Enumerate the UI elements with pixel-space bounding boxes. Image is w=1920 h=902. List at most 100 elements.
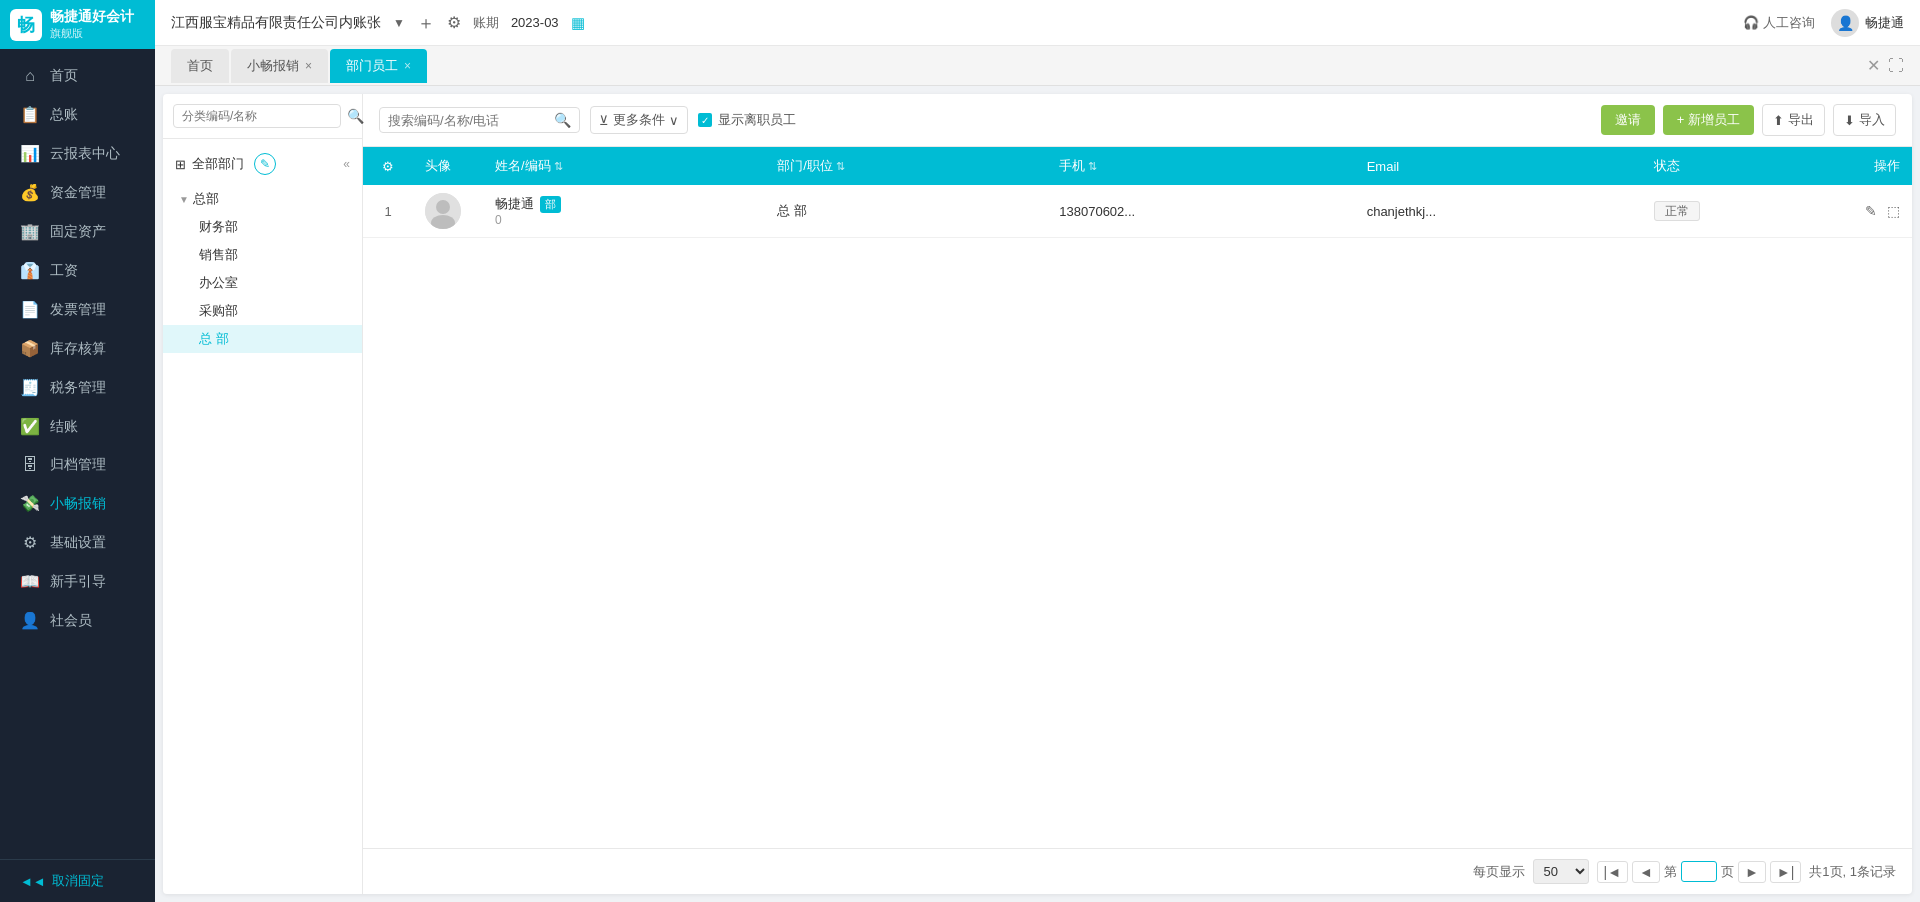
row-avatar-1 bbox=[413, 185, 483, 238]
app-logo-icon: 畅 bbox=[10, 9, 42, 41]
grid-icon: ⊞ bbox=[175, 157, 186, 172]
sidebar-item-salary[interactable]: 👔 工资 bbox=[0, 251, 155, 290]
sidebar-item-tax-label: 税务管理 bbox=[50, 379, 106, 397]
tab-expense[interactable]: 小畅报销 × bbox=[231, 49, 328, 83]
next-page-button[interactable]: ► bbox=[1738, 861, 1766, 883]
sidebar-item-report-label: 云报表中心 bbox=[50, 145, 120, 163]
sidebar-item-archive[interactable]: 🗄 归档管理 bbox=[0, 446, 155, 484]
pagination: 每页显示 50 100 200 |◄ ◄ 第 1 页 ► ►| 共1页, 1条记… bbox=[363, 848, 1912, 894]
sidebar-item-invoice[interactable]: 📄 发票管理 bbox=[0, 290, 155, 329]
col-settings[interactable]: ⚙ bbox=[363, 147, 413, 185]
sidebar-item-tax[interactable]: 🧾 税务管理 bbox=[0, 368, 155, 407]
dept-child-office[interactable]: 办公室 bbox=[163, 269, 362, 297]
company-dropdown-icon[interactable]: ▼ bbox=[393, 16, 405, 30]
search-icon[interactable]: 🔍 bbox=[554, 112, 571, 128]
sidebar-item-closing[interactable]: ✅ 结账 bbox=[0, 407, 155, 446]
employee-panel: 🔍 ⊻ 更多条件 ∨ ✓ 显示离职员工 邀请 + 新增员工 ⬆ 导出 bbox=[363, 94, 1912, 894]
last-page-button[interactable]: ►| bbox=[1770, 861, 1802, 883]
user-menu[interactable]: 👤 畅捷通 bbox=[1831, 9, 1904, 37]
toolbar-actions: 邀请 + 新增员工 ⬆ 导出 ⬇ 导入 bbox=[1601, 104, 1896, 136]
tab-expense-label: 小畅报销 bbox=[247, 57, 299, 75]
prev-page-button[interactable]: ◄ bbox=[1632, 861, 1660, 883]
filter-icon: ⊻ bbox=[599, 113, 609, 128]
expand-arrow-icon: ▼ bbox=[179, 194, 189, 205]
cancel-fixed-button[interactable]: ◄◄ 取消固定 bbox=[0, 859, 155, 902]
closing-icon: ✅ bbox=[20, 417, 40, 436]
dept-search-input[interactable] bbox=[173, 104, 341, 128]
dept-edit-icon[interactable]: ✎ bbox=[254, 153, 276, 175]
sidebar-item-fund-label: 资金管理 bbox=[50, 184, 106, 202]
logout-employee-icon[interactable]: ⬚ bbox=[1887, 203, 1900, 219]
sidebar-nav: ⌂ 首页 📋 总账 📊 云报表中心 💰 资金管理 🏢 固定资产 👔 工资 📄 发… bbox=[0, 49, 155, 859]
export-button[interactable]: ⬆ 导出 bbox=[1762, 104, 1825, 136]
sidebar-item-guide[interactable]: 📖 新手引导 bbox=[0, 562, 155, 601]
sidebar-item-fund-mgmt[interactable]: 💰 资金管理 bbox=[0, 173, 155, 212]
tab-expense-close[interactable]: × bbox=[305, 59, 312, 73]
inventory-icon: 📦 bbox=[20, 339, 40, 358]
col-phone[interactable]: 手机 bbox=[1047, 147, 1354, 185]
maximize-icon[interactable]: ⛶ bbox=[1888, 57, 1904, 75]
sidebar-item-settings[interactable]: ⚙ 基础设置 bbox=[0, 523, 155, 562]
sidebar-item-expense[interactable]: 💸 小畅报销 bbox=[0, 484, 155, 523]
per-page-select[interactable]: 50 100 200 bbox=[1533, 859, 1589, 884]
row-action-1: ✎ ⬚ bbox=[1792, 185, 1912, 238]
sidebar-item-home[interactable]: ⌂ 首页 bbox=[0, 57, 155, 95]
company-settings-icon[interactable]: ⚙ bbox=[447, 13, 461, 32]
dept-child-sales[interactable]: 销售部 bbox=[163, 241, 362, 269]
salary-icon: 👔 bbox=[20, 261, 40, 280]
import-button[interactable]: ⬇ 导入 bbox=[1833, 104, 1896, 136]
show-resigned-checkbox[interactable]: ✓ 显示离职员工 bbox=[698, 111, 796, 129]
row-name-1: 畅捷通 部 0 bbox=[483, 185, 765, 238]
sidebar: 畅 畅捷通好会计 旗舰版 ⌂ 首页 📋 总账 📊 云报表中心 💰 资金管理 🏢 … bbox=[0, 0, 155, 902]
dept-collapse-icon[interactable]: « bbox=[343, 157, 350, 171]
sidebar-item-social-label: 社会员 bbox=[50, 612, 92, 630]
add-employee-button[interactable]: + 新增员工 bbox=[1663, 105, 1754, 135]
service-button[interactable]: 🎧 人工咨询 bbox=[1743, 14, 1815, 32]
export-icon: ⬆ bbox=[1773, 113, 1784, 128]
tab-department-close[interactable]: × bbox=[404, 59, 411, 73]
col-action: 操作 bbox=[1792, 147, 1912, 185]
table-row: 1 bbox=[363, 185, 1912, 238]
more-filter-button[interactable]: ⊻ 更多条件 ∨ bbox=[590, 106, 688, 134]
period-label: 账期 bbox=[473, 14, 499, 32]
first-page-button[interactable]: |◄ bbox=[1597, 861, 1629, 883]
close-window-icon[interactable]: ✕ bbox=[1867, 56, 1880, 75]
dept-all-button[interactable]: ⊞ 全部部门 ✎ « bbox=[163, 147, 362, 181]
invoice-icon: 📄 bbox=[20, 300, 40, 319]
home-icon: ⌂ bbox=[20, 67, 40, 85]
add-company-icon[interactable]: ＋ bbox=[417, 11, 435, 35]
dept-child-general[interactable]: 总 部 bbox=[163, 325, 362, 353]
col-email: Email bbox=[1355, 147, 1642, 185]
tab-home[interactable]: 首页 bbox=[171, 49, 229, 83]
sidebar-item-social[interactable]: 👤 社会员 bbox=[0, 601, 155, 640]
sidebar-item-report-center[interactable]: 📊 云报表中心 bbox=[0, 134, 155, 173]
search-box: 🔍 bbox=[379, 107, 580, 133]
assets-icon: 🏢 bbox=[20, 222, 40, 241]
calendar-icon[interactable]: ▦ bbox=[571, 14, 585, 32]
svg-point-1 bbox=[436, 200, 450, 214]
tab-department[interactable]: 部门员工 × bbox=[330, 49, 427, 83]
col-dept[interactable]: 部门/职位 bbox=[765, 147, 1047, 185]
dept-search-icon[interactable]: 🔍 bbox=[347, 108, 364, 124]
invite-button[interactable]: 邀请 bbox=[1601, 105, 1655, 135]
emp-data-table: ⚙ 头像 姓名/编码 部门/职位 手机 Email 状态 操作 1 bbox=[363, 147, 1912, 238]
department-panel: 🔍 ⊞ 全部部门 ✎ « ▼ 总部 财务部 bbox=[163, 94, 363, 894]
sidebar-item-general-ledger[interactable]: 📋 总账 bbox=[0, 95, 155, 134]
emp-search-input[interactable] bbox=[388, 113, 548, 128]
col-name[interactable]: 姓名/编码 bbox=[483, 147, 765, 185]
sidebar-item-fixed-assets[interactable]: 🏢 固定资产 bbox=[0, 212, 155, 251]
current-page-input[interactable]: 1 bbox=[1681, 861, 1717, 882]
dept-group-hq: ▼ 总部 财务部 销售部 办公室 采购部 bbox=[163, 181, 362, 357]
sidebar-logo[interactable]: 畅 畅捷通好会计 旗舰版 bbox=[0, 0, 155, 49]
page-prefix: 第 bbox=[1664, 863, 1677, 881]
col-status: 状态 bbox=[1642, 147, 1792, 185]
dept-child-purchase[interactable]: 采购部 bbox=[163, 297, 362, 325]
ledger-icon: 📋 bbox=[20, 105, 40, 124]
row-status-1: 正常 bbox=[1642, 185, 1792, 238]
dept-parent-hq[interactable]: ▼ 总部 bbox=[163, 185, 362, 213]
dept-search-area: 🔍 bbox=[163, 94, 362, 139]
dept-child-finance[interactable]: 财务部 bbox=[163, 213, 362, 241]
edit-employee-icon[interactable]: ✎ bbox=[1865, 203, 1877, 219]
col-avatar: 头像 bbox=[413, 147, 483, 185]
sidebar-item-inventory[interactable]: 📦 库存核算 bbox=[0, 329, 155, 368]
